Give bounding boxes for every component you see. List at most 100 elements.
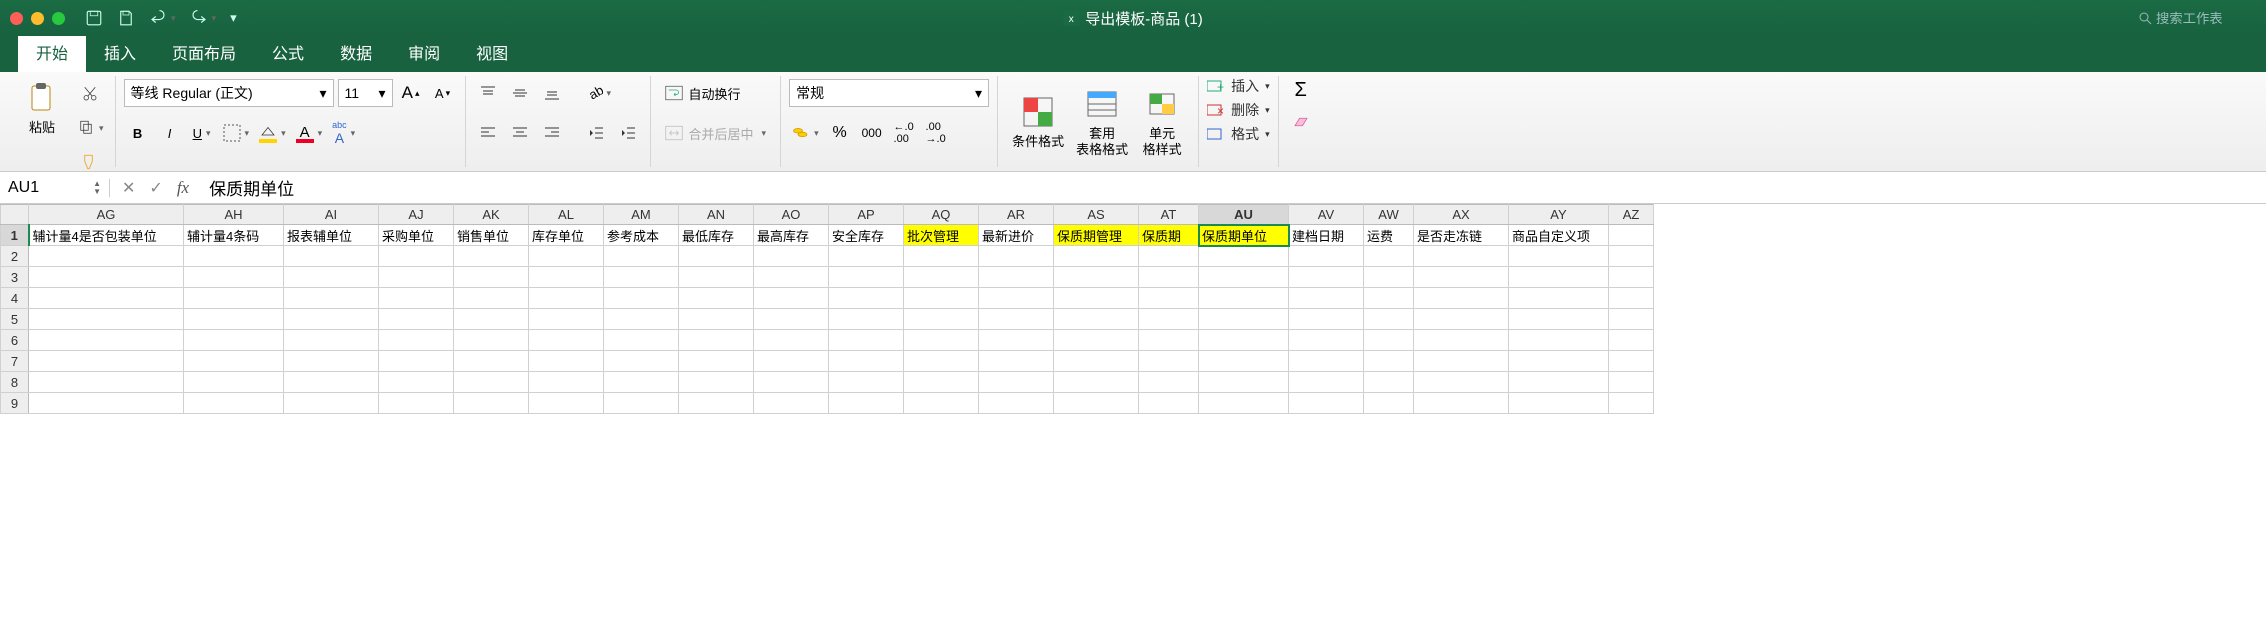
col-header-AH[interactable]: AH	[184, 205, 284, 225]
cell-AM7[interactable]	[604, 351, 679, 372]
cell-AG8[interactable]	[29, 372, 184, 393]
search-box[interactable]	[2138, 11, 2256, 26]
cell-AY2[interactable]	[1509, 246, 1609, 267]
col-header-AU[interactable]: AU	[1199, 205, 1289, 225]
row-header-7[interactable]: 7	[1, 351, 29, 372]
cell-AN5[interactable]	[679, 309, 754, 330]
cell-AJ3[interactable]	[379, 267, 454, 288]
cell-AK4[interactable]	[454, 288, 529, 309]
cell-AW8[interactable]	[1364, 372, 1414, 393]
increase-decimal-button[interactable]: ←.0.00	[890, 119, 918, 147]
cell-AN7[interactable]	[679, 351, 754, 372]
cell-AG1[interactable]: 辅计量4是否包装单位	[29, 225, 184, 246]
copy-button[interactable]	[74, 114, 107, 142]
cell-AS1[interactable]: 保质期管理	[1054, 225, 1139, 246]
cell-AL2[interactable]	[529, 246, 604, 267]
col-header-AS[interactable]: AS	[1054, 205, 1139, 225]
cell-AI5[interactable]	[284, 309, 379, 330]
cell-AH6[interactable]	[184, 330, 284, 351]
cell-AN9[interactable]	[679, 393, 754, 414]
redo-button[interactable]	[190, 9, 217, 27]
cell-AI4[interactable]	[284, 288, 379, 309]
cell-AN3[interactable]	[679, 267, 754, 288]
cell-AY3[interactable]	[1509, 267, 1609, 288]
cell-AK6[interactable]	[454, 330, 529, 351]
tab-页面布局[interactable]: 页面布局	[154, 32, 254, 72]
cell-AL4[interactable]	[529, 288, 604, 309]
cell-AH5[interactable]	[184, 309, 284, 330]
percent-button[interactable]: %	[826, 119, 854, 147]
row-header-4[interactable]: 4	[1, 288, 29, 309]
cell-AO2[interactable]	[754, 246, 829, 267]
cell-AZ6[interactable]	[1609, 330, 1654, 351]
cell-AY6[interactable]	[1509, 330, 1609, 351]
maximize-window[interactable]	[52, 12, 65, 25]
cell-AL9[interactable]	[529, 393, 604, 414]
phonetic-button[interactable]: abcA	[329, 119, 358, 147]
decrease-decimal-button[interactable]: .00→.0	[922, 119, 950, 147]
cell-AY8[interactable]	[1509, 372, 1609, 393]
underline-button[interactable]: U	[188, 119, 216, 147]
col-header-AM[interactable]: AM	[604, 205, 679, 225]
cell-AY1[interactable]: 商品自定义项	[1509, 225, 1609, 246]
cell-AZ3[interactable]	[1609, 267, 1654, 288]
align-center-button[interactable]	[506, 119, 534, 147]
cell-AK7[interactable]	[454, 351, 529, 372]
cell-AT1[interactable]: 保质期	[1139, 225, 1199, 246]
cell-AY7[interactable]	[1509, 351, 1609, 372]
cell-AM3[interactable]	[604, 267, 679, 288]
border-button[interactable]	[220, 119, 253, 147]
col-header-AL[interactable]: AL	[529, 205, 604, 225]
cell-AP1[interactable]: 安全库存	[829, 225, 904, 246]
number-format-select[interactable]: 常规▾	[789, 79, 989, 107]
close-window[interactable]	[10, 12, 23, 25]
orientation-button[interactable]: ab	[582, 79, 615, 107]
cell-AQ8[interactable]	[904, 372, 979, 393]
cell-AX2[interactable]	[1414, 246, 1509, 267]
fill-color-button[interactable]	[256, 119, 289, 147]
cell-AG7[interactable]	[29, 351, 184, 372]
cell-AJ9[interactable]	[379, 393, 454, 414]
cell-AI7[interactable]	[284, 351, 379, 372]
col-header-AK[interactable]: AK	[454, 205, 529, 225]
cell-AH7[interactable]	[184, 351, 284, 372]
cell-AS8[interactable]	[1054, 372, 1139, 393]
wrap-text-button[interactable]: 自动换行	[659, 79, 747, 107]
decrease-indent-button[interactable]	[582, 119, 610, 147]
cell-AJ4[interactable]	[379, 288, 454, 309]
cell-AS2[interactable]	[1054, 246, 1139, 267]
enter-formula-button[interactable]: ✓	[149, 178, 162, 198]
cell-AP3[interactable]	[829, 267, 904, 288]
font-size-select[interactable]: 11▾	[338, 79, 393, 107]
col-header-AZ[interactable]: AZ	[1609, 205, 1654, 225]
cell-AH2[interactable]	[184, 246, 284, 267]
font-color-button[interactable]: A	[293, 119, 326, 147]
cell-AW4[interactable]	[1364, 288, 1414, 309]
cell-styles-button[interactable]: 单元 格样式	[1134, 82, 1190, 161]
clear-button[interactable]	[1287, 108, 1315, 136]
cell-AZ2[interactable]	[1609, 246, 1654, 267]
cell-AO9[interactable]	[754, 393, 829, 414]
cell-AS9[interactable]	[1054, 393, 1139, 414]
cell-AL6[interactable]	[529, 330, 604, 351]
tab-公式[interactable]: 公式	[254, 32, 322, 72]
cell-AW6[interactable]	[1364, 330, 1414, 351]
cell-AQ5[interactable]	[904, 309, 979, 330]
cell-AU8[interactable]	[1199, 372, 1289, 393]
cell-AZ9[interactable]	[1609, 393, 1654, 414]
cell-AU9[interactable]	[1199, 393, 1289, 414]
cell-AN4[interactable]	[679, 288, 754, 309]
cell-AW5[interactable]	[1364, 309, 1414, 330]
cell-AN6[interactable]	[679, 330, 754, 351]
decrease-font-button[interactable]: A▾	[429, 79, 457, 107]
cell-AG3[interactable]	[29, 267, 184, 288]
currency-button[interactable]	[789, 119, 822, 147]
cell-AP4[interactable]	[829, 288, 904, 309]
row-header-2[interactable]: 2	[1, 246, 29, 267]
cell-AZ5[interactable]	[1609, 309, 1654, 330]
format-cells-button[interactable]: 格式▾	[1207, 124, 1270, 144]
merge-center-button[interactable]: 合并后居中	[659, 119, 773, 147]
cell-AP7[interactable]	[829, 351, 904, 372]
cell-AZ8[interactable]	[1609, 372, 1654, 393]
cell-AK8[interactable]	[454, 372, 529, 393]
